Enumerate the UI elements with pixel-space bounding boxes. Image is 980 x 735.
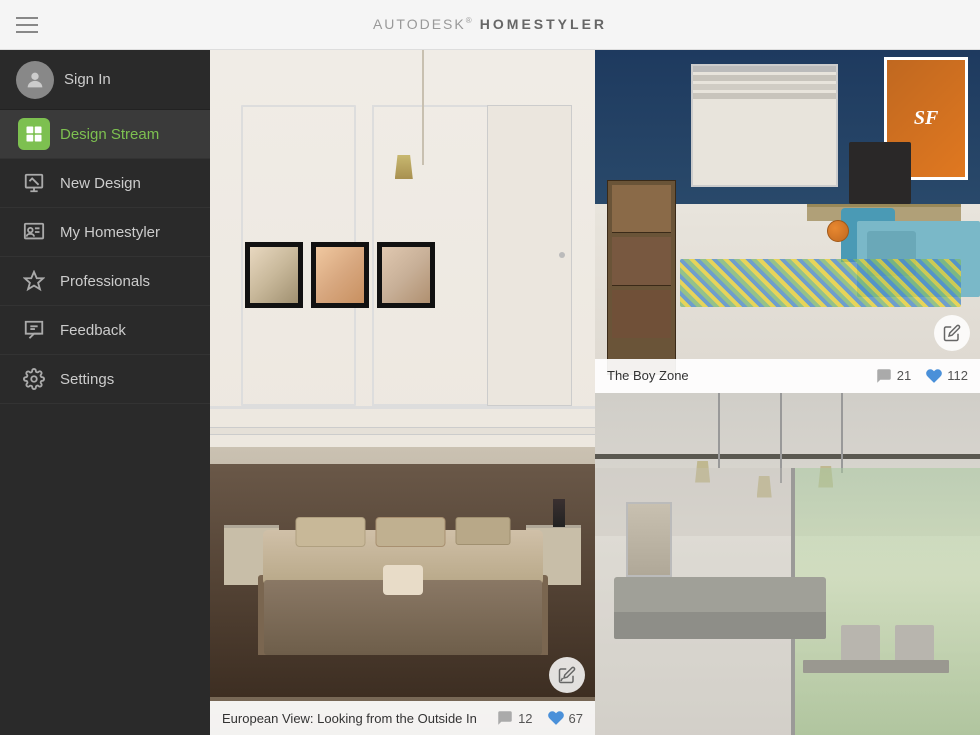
design-stream-label: Design Stream <box>60 126 159 143</box>
avatar <box>16 61 54 99</box>
bz-monitor <box>849 142 911 204</box>
card-1-title: European View: Looking from the Outside … <box>222 711 477 726</box>
my-homestyler-icon <box>16 214 52 250</box>
main-layout: Sign In Design Stream <box>0 50 980 735</box>
professionals-icon <box>16 263 52 299</box>
card-2-comment-count: 21 <box>897 368 911 383</box>
my-homestyler-label: My Homestyler <box>60 224 160 241</box>
vase <box>553 499 565 527</box>
new-design-icon <box>16 165 52 201</box>
ml-chair-1 <box>895 625 934 659</box>
card-3-scene <box>595 393 980 735</box>
ml-chair-2 <box>841 625 880 659</box>
card-1-like-count: 67 <box>569 711 583 726</box>
throw-pillow <box>383 565 423 595</box>
ml-wire-3 <box>841 393 843 473</box>
sign-in-label: Sign In <box>64 71 111 88</box>
sidebar: Sign In Design Stream <box>0 50 210 735</box>
molding-1 <box>210 406 595 409</box>
ml-table <box>803 660 949 674</box>
picture-2 <box>311 242 369 308</box>
ml-art-1 <box>626 502 672 577</box>
door <box>487 105 572 406</box>
settings-label: Settings <box>60 371 114 388</box>
app-title-prefix: AUTODESK <box>373 16 466 32</box>
card-2-info-bar: The Boy Zone 21 112 <box>595 359 980 393</box>
pillow-2 <box>375 517 445 547</box>
feedback-label: Feedback <box>60 322 126 339</box>
design-card-2[interactable]: SF <box>595 50 980 393</box>
sidebar-item-feedback[interactable]: Feedback <box>0 306 210 355</box>
card-2-like-count: 112 <box>947 368 968 383</box>
ml-ceiling-band <box>595 454 980 459</box>
content-area: European View: Looking from the Outside … <box>210 50 980 735</box>
pillow-1 <box>295 517 365 547</box>
basketball <box>827 220 849 242</box>
card-2-comments: 21 <box>875 367 911 385</box>
molding-2 <box>210 427 595 435</box>
sidebar-item-new-design[interactable]: New Design <box>0 159 210 208</box>
shelf-row-3 <box>612 290 671 338</box>
sidebar-item-settings[interactable]: Settings <box>0 355 210 404</box>
blind-slat-1 <box>693 66 835 72</box>
blind-slat-2 <box>693 75 835 81</box>
pendant-shade <box>395 155 413 179</box>
sidebar-item-design-stream[interactable]: Design Stream <box>0 110 210 159</box>
card-2-scene: SF <box>595 50 980 393</box>
app-title: AUTODESK® HOMESTYLER <box>373 16 607 33</box>
picture-3 <box>377 242 435 308</box>
shelf-row-2 <box>612 237 671 285</box>
shelf-row-1 <box>612 185 671 233</box>
new-design-label: New Design <box>60 175 141 192</box>
edit-button-1[interactable] <box>549 657 585 693</box>
card-1-comment-count: 12 <box>518 711 532 726</box>
design-card-1[interactable]: European View: Looking from the Outside … <box>210 50 595 735</box>
card-1-info-bar: European View: Looking from the Outside … <box>210 701 595 735</box>
app-title-main: HOMESTYLER <box>480 16 607 32</box>
sidebar-item-my-homestyler[interactable]: My Homestyler <box>0 208 210 257</box>
settings-icon <box>16 361 52 397</box>
card-2-title: The Boy Zone <box>607 368 689 383</box>
picture-1 <box>245 242 303 308</box>
design-stream-icon <box>18 118 50 150</box>
feedback-icon <box>16 312 52 348</box>
design-card-3[interactable] <box>595 393 980 735</box>
edit-button-2[interactable] <box>934 315 970 351</box>
wall-pictures <box>245 242 435 308</box>
blind-slat-4 <box>693 93 835 99</box>
bz-bookshelf <box>607 180 676 375</box>
sign-in-item[interactable]: Sign In <box>0 50 210 110</box>
professionals-label: Professionals <box>60 273 150 290</box>
card-2-stats: 21 112 <box>875 367 968 385</box>
card-1-scene <box>210 50 595 735</box>
artwork-2 <box>316 247 364 303</box>
bz-window <box>691 64 837 187</box>
ml-wire-1 <box>718 393 720 468</box>
blind-slat-3 <box>693 84 835 90</box>
ml-sofa-seat <box>614 612 826 639</box>
ml-art-fill <box>628 504 670 575</box>
sidebar-item-professionals[interactable]: Professionals <box>0 257 210 306</box>
pillow-3 <box>455 517 510 545</box>
pendant-wire <box>422 50 424 165</box>
card-1-stats: 12 67 <box>496 709 583 727</box>
card-1-likes: 67 <box>547 709 583 727</box>
card-2-likes: 112 <box>925 367 968 385</box>
artwork-3 <box>382 247 430 303</box>
pillows <box>295 517 510 547</box>
hamburger-menu[interactable] <box>16 17 38 33</box>
card-1-comments: 12 <box>496 709 532 727</box>
top-bar: AUTODESK® HOMESTYLER <box>0 0 980 50</box>
design-stream-icon-wrapper <box>16 116 52 152</box>
bz-rug <box>680 259 961 307</box>
door-knob <box>559 252 565 258</box>
artwork-1 <box>250 247 298 303</box>
